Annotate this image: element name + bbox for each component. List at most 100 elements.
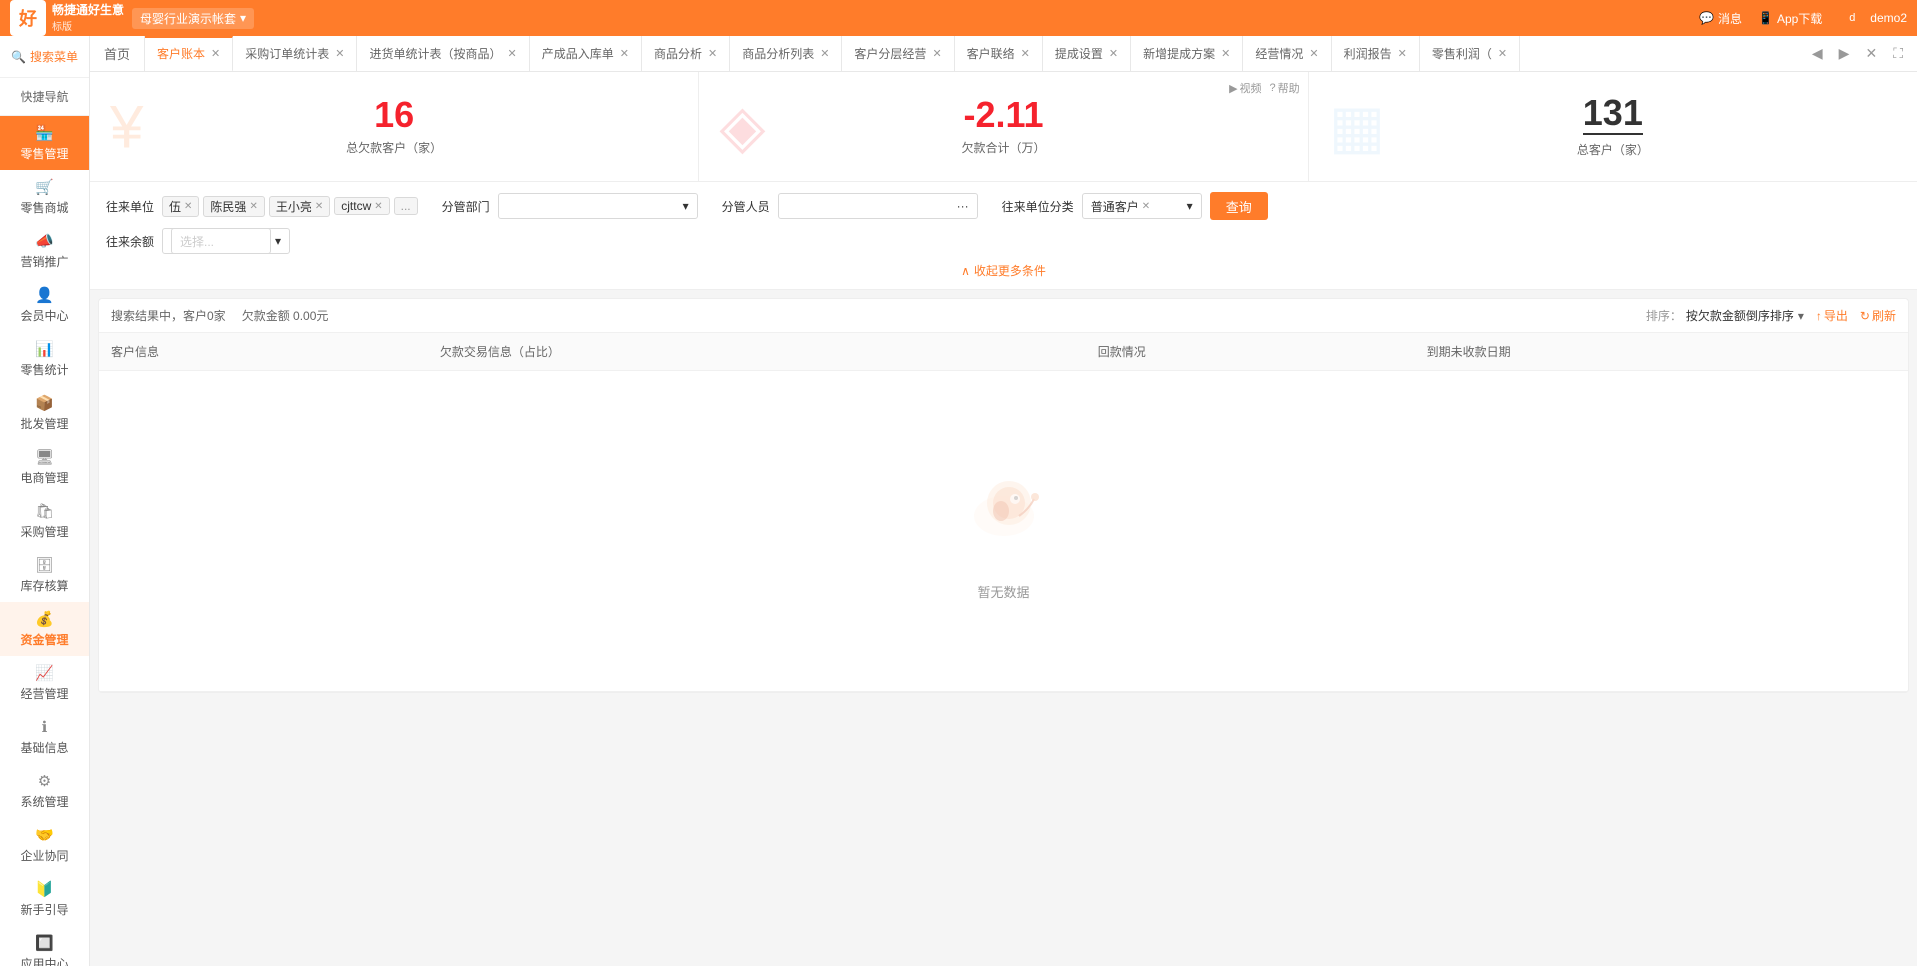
sidebar-item-basic-info[interactable]: ℹ 基础信息 <box>0 710 89 764</box>
unit-class-select[interactable]: 普通客户 ✕ ▾ <box>1082 193 1202 219</box>
export-button[interactable]: ↑ 导出 <box>1816 307 1848 324</box>
video-btn[interactable]: ▶ 视频 <box>1229 80 1261 96</box>
tab-new-promote[interactable]: 新增提成方案 ✕ <box>1131 36 1243 72</box>
sidebar-item-enterprise[interactable]: 🤝 企业协同 <box>0 818 89 872</box>
tab-customer-link[interactable]: 客户联络 ✕ <box>955 36 1043 72</box>
sidebar-item-system[interactable]: ⚙ 系统管理 <box>0 764 89 818</box>
retail-icon: 🏪 <box>35 124 54 142</box>
tab-next-button[interactable]: ▶ <box>1833 43 1856 64</box>
tab-produce-stock[interactable]: 产成品入库单 ✕ <box>530 36 642 72</box>
export-icon: ↑ <box>1816 309 1822 323</box>
sidebar-item-purchase[interactable]: 🛍 采购管理 <box>0 494 89 548</box>
tenant-selector[interactable]: 母婴行业演示帐套 ▾ <box>132 8 254 29</box>
sidebar-item-retail[interactable]: 🏪 零售管理 <box>0 116 89 170</box>
person-select[interactable]: ··· <box>778 193 978 219</box>
help-btn[interactable]: ? 帮助 <box>1270 80 1300 96</box>
table-header-row: 客户信息 欠款交易信息（占比） 回款情况 到期未收款日期 <box>99 333 1908 371</box>
logo-sub: 标版 <box>52 18 124 33</box>
unit-tag-3: cjttcw ✕ <box>334 197 389 215</box>
sidebar-item-newbie[interactable]: 🔰 新手引导 <box>0 872 89 926</box>
newbie-icon: 🔰 <box>35 880 54 898</box>
tab-goods-analysis-label: 商品分析 <box>654 45 702 62</box>
empty-illustration <box>959 461 1049 551</box>
app-download-action[interactable]: 📱 App下载 <box>1758 10 1822 27</box>
tab-customer-link-close[interactable]: ✕ <box>1021 47 1030 60</box>
tab-home[interactable]: 首页 <box>90 36 145 72</box>
app-center-icon: 🔲 <box>35 934 54 952</box>
tab-close-all-button[interactable]: ✕ <box>1859 43 1883 64</box>
dept-chevron-icon: ▾ <box>683 199 689 213</box>
tab-goods-list-close[interactable]: ✕ <box>820 47 829 60</box>
col-due-date: 到期未收款日期 <box>1415 333 1908 371</box>
message-label: 消息 <box>1718 10 1742 27</box>
tab-goods-analysis-list[interactable]: 商品分析列表 ✕ <box>730 36 842 72</box>
tab-purchase-close[interactable]: ✕ <box>335 47 344 60</box>
table-actions: 排序： 按欠款金额倒序排序 ▾ ↑ 导出 ↻ 刷新 <box>1646 307 1896 324</box>
tab-customer-book[interactable]: 客户账本 ✕ <box>145 36 233 72</box>
tab-retail-profit[interactable]: 零售利润（ ✕ <box>1420 36 1520 72</box>
unit-tag-2: 王小亮 ✕ <box>269 196 330 217</box>
tab-promote-settings[interactable]: 提成设置 ✕ <box>1043 36 1131 72</box>
tab-operation-status[interactable]: 经营情况 ✕ <box>1243 36 1331 72</box>
tab-profit-close[interactable]: ✕ <box>1398 47 1407 60</box>
sidebar-item-marketing[interactable]: 📣 营销推广 <box>0 224 89 278</box>
logo-area: 好 畅捷通好生意 标版 <box>10 0 124 36</box>
search-menu-button[interactable]: 🔍 搜索菜单 <box>8 44 81 69</box>
tab-purchase-order-stats-label: 采购订单统计表 <box>245 45 329 62</box>
avatar: d <box>1838 4 1866 32</box>
tab-promote-close[interactable]: ✕ <box>1109 47 1118 60</box>
sidebar-item-retail-mall[interactable]: 🛒 零售商城 <box>0 170 89 224</box>
tab-expand-button[interactable]: ⛶ <box>1887 43 1909 64</box>
tab-prev-button[interactable]: ◀ <box>1806 43 1829 64</box>
summary-value-total: 131 <box>1583 95 1643 135</box>
unit-tag-more[interactable]: ... <box>394 197 418 215</box>
tab-goods-analysis[interactable]: 商品分析 ✕ <box>642 36 730 72</box>
balance-select[interactable]: 选择... ▾ <box>162 228 290 254</box>
dept-filter-label: 分管部门 <box>442 198 490 215</box>
unit-class-chevron-icon: ▾ <box>1187 199 1193 213</box>
filter-area: 往来单位 伍 ✕ 陈民强 ✕ 王小亮 <box>90 182 1917 290</box>
tab-new-promote-close[interactable]: ✕ <box>1221 47 1230 60</box>
tab-goods-close[interactable]: ✕ <box>708 47 717 60</box>
retail-stats-icon: 📊 <box>35 340 54 358</box>
tab-operation-close[interactable]: ✕ <box>1309 47 1318 60</box>
summary-card-total-customers: ▦ 131 总客户（家） <box>1309 72 1917 181</box>
refresh-button[interactable]: ↻ 刷新 <box>1860 307 1896 324</box>
unit-tag-2-text: 王小亮 <box>276 198 312 215</box>
dept-select[interactable]: ▾ <box>498 193 698 219</box>
tab-stock-in-stats[interactable]: 进货单统计表（按商品） ✕ <box>357 36 529 72</box>
tab-customer-level[interactable]: 客户分层经营 ✕ <box>842 36 954 72</box>
tab-operation-status-label: 经营情况 <box>1255 45 1303 62</box>
unit-tags: 伍 ✕ 陈民强 ✕ 王小亮 ✕ <box>162 196 418 217</box>
tab-produce-close[interactable]: ✕ <box>620 47 629 60</box>
user-avatar-action[interactable]: d demo2 <box>1838 4 1907 32</box>
query-button[interactable]: 查询 <box>1210 192 1268 220</box>
sidebar-item-inventory[interactable]: 🗄 库存核算 <box>0 548 89 602</box>
unit-class-tag-close[interactable]: ✕ <box>1142 201 1150 212</box>
quick-nav-item[interactable]: 快捷导航 <box>0 82 89 111</box>
top-bar-right: 💬 消息 📱 App下载 d demo2 <box>1699 4 1907 32</box>
collapse-button[interactable]: ∧ 收起更多条件 <box>961 262 1046 279</box>
unit-tag-0-close[interactable]: ✕ <box>184 201 192 212</box>
tab-customer-level-close[interactable]: ✕ <box>932 47 941 60</box>
collapse-label: 收起更多条件 <box>974 262 1046 279</box>
sidebar-item-retail-stats[interactable]: 📊 零售统计 <box>0 332 89 386</box>
sidebar-item-batch[interactable]: 📦 批发管理 <box>0 386 89 440</box>
unit-tag-2-close[interactable]: ✕ <box>315 201 323 212</box>
tab-retail-profit-close[interactable]: ✕ <box>1498 47 1507 60</box>
sidebar-item-ecommerce[interactable]: 🖥 电商管理 <box>0 440 89 494</box>
table-sort[interactable]: 排序： 按欠款金额倒序排序 ▾ <box>1646 307 1804 324</box>
balance-placeholder: 选择... <box>171 228 271 254</box>
unit-tag-0: 伍 ✕ <box>162 196 199 217</box>
tab-customer-book-close[interactable]: ✕ <box>211 47 220 60</box>
sidebar-item-operation[interactable]: 📈 经营管理 <box>0 656 89 710</box>
tab-purchase-order-stats[interactable]: 采购订单统计表 ✕ <box>233 36 357 72</box>
message-action[interactable]: 💬 消息 <box>1699 10 1742 27</box>
tab-stock-close[interactable]: ✕ <box>508 47 517 60</box>
sidebar-item-app-center[interactable]: 🔲 应用中心 <box>0 926 89 966</box>
unit-tag-1-close[interactable]: ✕ <box>249 201 257 212</box>
tab-profit-report[interactable]: 利润报告 ✕ <box>1332 36 1420 72</box>
sidebar-item-member[interactable]: 👤 会员中心 <box>0 278 89 332</box>
sidebar-item-finance[interactable]: 💰 资金管理 <box>0 602 89 656</box>
unit-tag-3-close[interactable]: ✕ <box>374 201 382 212</box>
